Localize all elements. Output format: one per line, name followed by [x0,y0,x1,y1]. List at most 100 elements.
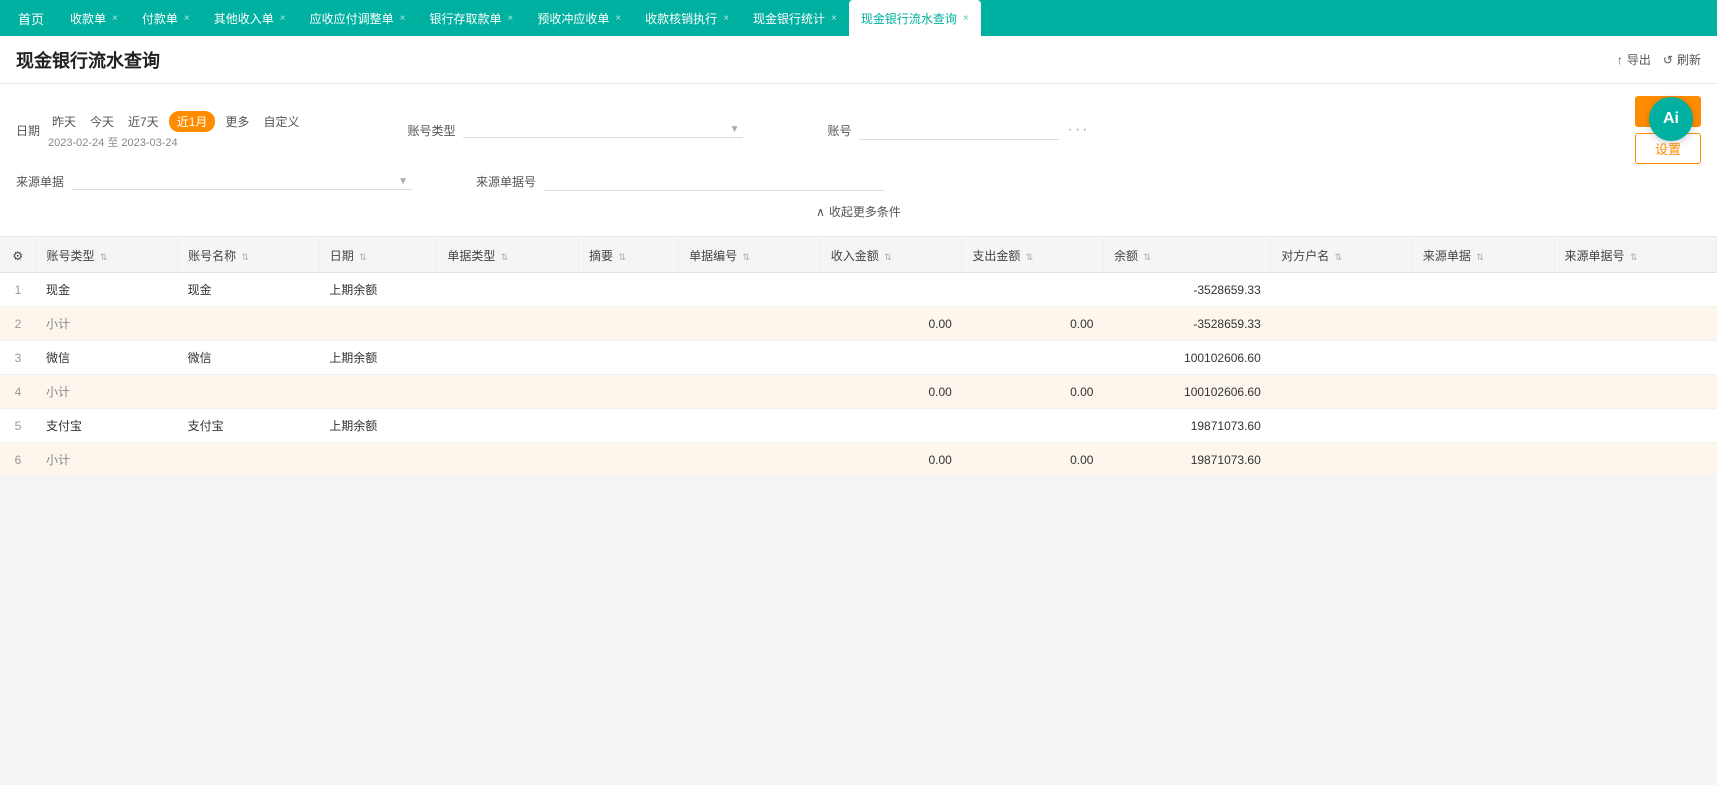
th-gear[interactable]: ⚙ [0,239,36,273]
close-icon[interactable]: × [615,13,621,24]
cell-account_name: 微信 [178,341,320,375]
account-type-filter-group: 账号类型 ▼ [407,122,743,139]
table-header-row: ⚙ 账号类型 ⇅ 账号名称 ⇅ 日期 ⇅ 单据类型 ⇅ [0,239,1717,273]
refresh-button[interactable]: ↺ 刷新 [1663,51,1701,68]
source-doc-no-input[interactable] [548,174,880,188]
table-row: 3微信微信上期余额100102606.60 [0,341,1717,375]
cell-income: 0.00 [820,307,962,341]
cell-num: 2 [0,307,36,341]
cell-account_name [178,375,320,409]
nav-item-adjustments[interactable]: 应收应付调整单 × [298,0,418,36]
th-source-doc-no[interactable]: 来源单据号 ⇅ [1554,239,1716,273]
cell-counterparty [1271,273,1413,307]
date-filter-group: 日期 昨天 今天 近7天 近1月 更多 自定义 2023-02-24 至 202… [16,111,303,150]
collapse-bar[interactable]: ∧ 收起更多条件 [16,199,1701,224]
cell-num: 4 [0,375,36,409]
cell-account_name [178,307,320,341]
export-button[interactable]: ↑ 导出 [1617,51,1651,68]
cell-account_name: 支付宝 [178,409,320,443]
cell-source_doc_no [1554,443,1716,477]
cell-summary [578,375,678,409]
header-actions: ↑ 导出 ↺ 刷新 [1617,51,1701,68]
close-icon[interactable]: × [723,13,729,24]
nav-item-receipts[interactable]: 收款单 × [58,0,130,36]
cell-date: 上期余额 [319,341,437,375]
cell-counterparty [1271,375,1413,409]
ai-badge[interactable]: Ai [1649,97,1693,141]
source-doc-label: 来源单据 [16,173,64,190]
close-icon[interactable]: × [963,13,969,24]
gear-icon[interactable]: ⚙ [12,249,23,263]
th-date[interactable]: 日期 ⇅ [319,239,437,273]
sort-arrows-icon: ⇅ [241,252,249,262]
page-header: 现金银行流水查询 ↑ 导出 ↺ 刷新 [0,36,1717,84]
account-input[interactable] [863,123,1055,137]
nav-item-payments[interactable]: 付款单 × [130,0,202,36]
date-more[interactable]: 更多 [221,111,253,132]
cell-source_doc [1412,375,1554,409]
cell-summary [578,409,678,443]
chevron-down-icon: ▼ [730,124,740,135]
date-shortcuts: 昨天 今天 近7天 近1月 更多 自定义 2023-02-24 至 2023-0… [48,111,303,150]
nav-item-receipt-exec[interactable]: 收款核销执行 × [633,0,741,36]
account-type-label: 账号类型 [407,122,455,139]
nav-item-bank-flow[interactable]: 现金银行流水查询 × [849,0,981,36]
account-input-wrapper [859,121,1059,140]
cell-doc_no [679,273,821,307]
sort-arrows-icon: ⇅ [1026,252,1034,262]
date-yesterday[interactable]: 昨天 [48,111,80,132]
th-income[interactable]: 收入金额 ⇅ [820,239,962,273]
cell-expense: 0.00 [962,375,1104,409]
nav-item-advance-offset[interactable]: 预收冲应收单 × [525,0,633,36]
filter-row-1: 日期 昨天 今天 近7天 近1月 更多 自定义 2023-02-24 至 202… [16,96,1701,164]
date-7days[interactable]: 近7天 [124,111,163,132]
cell-counterparty [1271,409,1413,443]
th-account-name[interactable]: 账号名称 ⇅ [178,239,320,273]
th-source-doc[interactable]: 来源单据 ⇅ [1412,239,1554,273]
th-summary[interactable]: 摘要 ⇅ [578,239,678,273]
close-icon[interactable]: × [112,13,118,24]
th-counterparty[interactable]: 对方户名 ⇅ [1271,239,1413,273]
cell-date [319,307,437,341]
cell-source_doc_no [1554,409,1716,443]
th-doc-type[interactable]: 单据类型 ⇅ [437,239,579,273]
nav-home[interactable]: 首页 [4,0,58,36]
cell-source_doc [1412,273,1554,307]
close-icon[interactable]: × [507,13,513,24]
account-type-select[interactable]: ▼ [463,122,743,138]
date-1month[interactable]: 近1月 [169,111,216,132]
source-doc-no-filter-group: 来源单据号 [476,172,884,191]
cell-expense: 0.00 [962,443,1104,477]
cell-expense: 0.00 [962,307,1104,341]
refresh-icon: ↺ [1663,53,1673,67]
th-balance[interactable]: 余额 ⇅ [1103,239,1270,273]
sort-arrows-icon: ⇅ [742,252,750,262]
close-icon[interactable]: × [831,13,837,24]
close-icon[interactable]: × [400,13,406,24]
cell-doc_no [679,341,821,375]
nav-item-bank-deposits[interactable]: 银行存取款单 × [417,0,525,36]
table-container: ⚙ 账号类型 ⇅ 账号名称 ⇅ 日期 ⇅ 单据类型 ⇅ [0,239,1717,477]
account-more-button[interactable]: ··· [1067,121,1089,139]
nav-item-other-income[interactable]: 其他收入单 × [202,0,298,36]
date-today[interactable]: 今天 [86,111,118,132]
th-expense[interactable]: 支出金额 ⇅ [962,239,1104,273]
cell-num: 3 [0,341,36,375]
cell-doc_type [437,273,579,307]
cell-account_name [178,443,320,477]
date-label: 日期 [16,122,40,139]
source-doc-select[interactable]: ▼ [72,174,412,190]
close-icon[interactable]: × [184,13,190,24]
cell-doc_no [679,409,821,443]
collapse-up-icon: ∧ [816,205,825,219]
date-custom[interactable]: 自定义 [259,111,303,132]
sort-arrows-icon: ⇅ [501,252,509,262]
sort-arrows-icon: ⇅ [100,252,108,262]
cell-account_type: 现金 [36,273,178,307]
close-icon[interactable]: × [280,13,286,24]
source-doc-no-input-wrapper [544,172,884,191]
nav-item-bank-stats[interactable]: 现金银行统计 × [741,0,849,36]
cell-summary [578,273,678,307]
th-doc-no[interactable]: 单据编号 ⇅ [679,239,821,273]
th-account-type[interactable]: 账号类型 ⇅ [36,239,178,273]
